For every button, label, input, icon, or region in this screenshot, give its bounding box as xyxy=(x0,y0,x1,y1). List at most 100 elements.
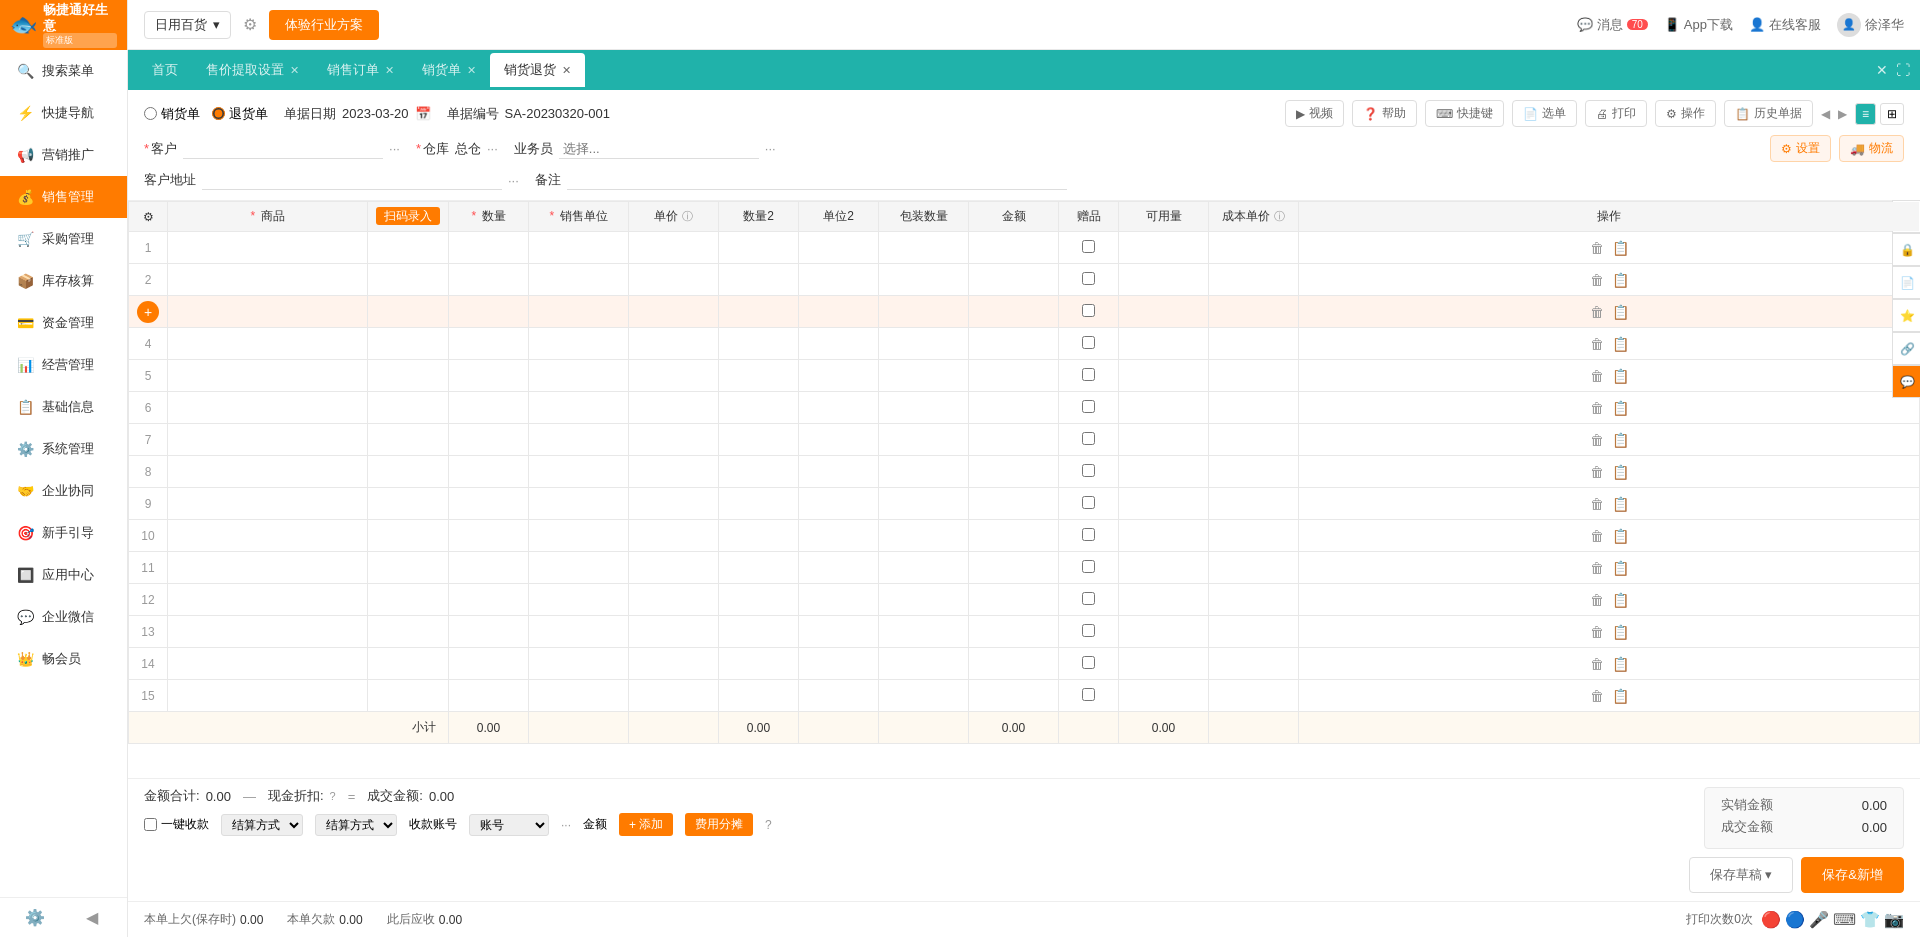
copy-icon[interactable]: 📋 xyxy=(1612,336,1629,352)
ime-icon-1[interactable]: 🔴 xyxy=(1761,910,1781,929)
copy-icon[interactable]: 📋 xyxy=(1612,528,1629,544)
shortcut-key-btn[interactable]: ⌨ 快捷键 xyxy=(1425,100,1504,127)
radio-return[interactable]: 退货单 xyxy=(212,105,268,123)
save-new-btn[interactable]: 保存&新增 xyxy=(1801,857,1904,893)
col-scan[interactable]: 扫码录入 xyxy=(368,202,449,232)
cost-price-cell[interactable] xyxy=(1209,264,1299,296)
sidebar-item-member[interactable]: 👑 畅会员 xyxy=(0,638,127,680)
salesperson-dots[interactable]: ··· xyxy=(765,141,776,156)
pkg-qty-cell[interactable] xyxy=(879,296,969,328)
copy-icon[interactable]: 📋 xyxy=(1612,432,1629,448)
sales-unit-cell[interactable] xyxy=(529,232,629,264)
sidebar-item-shortcut[interactable]: ⚡ 快捷导航 xyxy=(0,92,127,134)
app-download-btn[interactable]: 📱 App下载 xyxy=(1664,16,1733,34)
sidebar-item-inventory[interactable]: 📦 库存核算 xyxy=(0,260,127,302)
online-service-btn[interactable]: 👤 在线客服 xyxy=(1749,16,1821,34)
fees-help-icon[interactable]: ? xyxy=(765,818,772,832)
ime-icon-4[interactable]: ⌨ xyxy=(1833,910,1856,929)
delete-icon[interactable]: 🗑 xyxy=(1590,656,1604,672)
copy-icon[interactable]: 📋 xyxy=(1612,656,1629,672)
right-btn-5[interactable]: 🔗 xyxy=(1892,332,1920,365)
sidebar-item-enterprise[interactable]: 🤝 企业协同 xyxy=(0,470,127,512)
tab-sales-return-close[interactable]: ✕ xyxy=(562,64,571,77)
tab-sales-delivery[interactable]: 销货单 ✕ xyxy=(408,53,490,87)
warehouse-dots[interactable]: ··· xyxy=(487,141,498,156)
delete-icon[interactable]: 🗑 xyxy=(1590,560,1604,576)
sidebar-item-basic[interactable]: 📋 基础信息 xyxy=(0,386,127,428)
delete-icon[interactable]: 🗑 xyxy=(1590,496,1604,512)
quantity-cell[interactable] xyxy=(449,232,529,264)
right-btn-3[interactable]: 📄 xyxy=(1892,266,1920,299)
copy-icon[interactable]: 📋 xyxy=(1612,304,1629,320)
ime-icon-2[interactable]: 🔵 xyxy=(1785,910,1805,929)
unit2-cell[interactable] xyxy=(799,232,879,264)
one-click-checkbox[interactable]: 一键收款 xyxy=(144,816,209,833)
fees-btn[interactable]: 费用分摊 xyxy=(685,813,753,836)
product-cell[interactable] xyxy=(168,232,368,264)
gift-cell[interactable] xyxy=(1059,232,1119,264)
delete-icon[interactable]: 🗑 xyxy=(1590,400,1604,416)
copy-icon[interactable]: 📋 xyxy=(1612,272,1629,288)
delete-icon[interactable]: 🗑 xyxy=(1590,304,1604,320)
tab-sales-order[interactable]: 销售订单 ✕ xyxy=(313,53,408,87)
product-cell[interactable] xyxy=(168,264,368,296)
unit-price-info-icon[interactable]: ⓘ xyxy=(682,210,693,222)
delete-icon[interactable]: 🗑 xyxy=(1590,592,1604,608)
copy-icon[interactable]: 📋 xyxy=(1612,624,1629,640)
view-list-btn[interactable]: ≡ xyxy=(1855,103,1876,125)
amount-cell[interactable] xyxy=(969,296,1059,328)
unit-price-cell[interactable] xyxy=(629,232,719,264)
sidebar-item-wechat[interactable]: 💬 企业微信 xyxy=(0,596,127,638)
print-btn[interactable]: 🖨 打印 xyxy=(1585,100,1647,127)
customer-input[interactable] xyxy=(183,139,383,159)
copy-icon[interactable]: 📋 xyxy=(1612,560,1629,576)
collapse-btn[interactable]: ◀ xyxy=(68,908,118,927)
available-cell[interactable] xyxy=(1119,264,1209,296)
cost-price-cell[interactable] xyxy=(1209,296,1299,328)
calc-method-select[interactable]: 结算方式 xyxy=(315,814,397,836)
unit2-cell[interactable] xyxy=(799,296,879,328)
remark-input[interactable] xyxy=(567,170,1067,190)
sales-unit-cell[interactable] xyxy=(529,264,629,296)
add-row-btn[interactable]: + xyxy=(137,301,159,323)
pkg-qty-cell[interactable] xyxy=(879,264,969,296)
radio-sales[interactable]: 销货单 xyxy=(144,105,200,123)
radio-sales-input[interactable] xyxy=(144,107,157,120)
salesperson-input[interactable] xyxy=(559,139,759,159)
gift-cell[interactable] xyxy=(1059,264,1119,296)
delete-icon[interactable]: 🗑 xyxy=(1590,272,1604,288)
copy-icon[interactable]: 📋 xyxy=(1612,496,1629,512)
view-grid-btn[interactable]: ⊞ xyxy=(1880,103,1904,125)
logistics-btn[interactable]: 🚚 物流 xyxy=(1839,135,1904,162)
product-input[interactable] xyxy=(168,300,367,323)
qty2-cell[interactable] xyxy=(719,264,799,296)
discount-info-icon[interactable]: ? xyxy=(330,790,336,802)
operate-btn[interactable]: ⚙ 操作 xyxy=(1655,100,1716,127)
one-click-input[interactable] xyxy=(144,818,157,831)
right-btn-6[interactable]: 💬 xyxy=(1892,365,1920,398)
delete-icon[interactable]: 🗑 xyxy=(1590,336,1604,352)
experience-btn[interactable]: 体验行业方案 xyxy=(269,10,379,40)
delete-icon[interactable]: 🗑 xyxy=(1590,688,1604,704)
pkg-qty-cell[interactable] xyxy=(879,232,969,264)
settings-bottom-btn[interactable]: ⚙️ xyxy=(10,908,60,927)
help-btn[interactable]: ❓ 帮助 xyxy=(1352,100,1417,127)
video-btn[interactable]: ▶ 视频 xyxy=(1285,100,1344,127)
product-cell-active[interactable] xyxy=(168,296,368,328)
sidebar-item-search[interactable]: 🔍 搜索菜单 xyxy=(0,50,127,92)
dots-select[interactable]: ··· xyxy=(561,818,571,832)
add-payment-btn[interactable]: + 添加 xyxy=(619,813,673,836)
copy-icon[interactable]: 📋 xyxy=(1612,464,1629,480)
tab-sales-delivery-close[interactable]: ✕ xyxy=(467,64,476,77)
copy-icon[interactable]: 📋 xyxy=(1612,240,1629,256)
addr-dots[interactable]: ··· xyxy=(508,173,519,188)
col-gear[interactable]: ⚙ xyxy=(129,202,168,232)
delete-icon[interactable]: 🗑 xyxy=(1590,624,1604,640)
unit-price-cell[interactable] xyxy=(629,296,719,328)
tab-price-setting[interactable]: 售价提取设置 ✕ xyxy=(192,53,313,87)
tab-sales-order-close[interactable]: ✕ xyxy=(385,64,394,77)
customer-addr-input[interactable] xyxy=(202,170,502,190)
industry-select[interactable]: 日用百货 ▾ xyxy=(144,11,231,39)
customer-dots[interactable]: ··· xyxy=(389,141,400,156)
quantity-cell[interactable] xyxy=(449,264,529,296)
